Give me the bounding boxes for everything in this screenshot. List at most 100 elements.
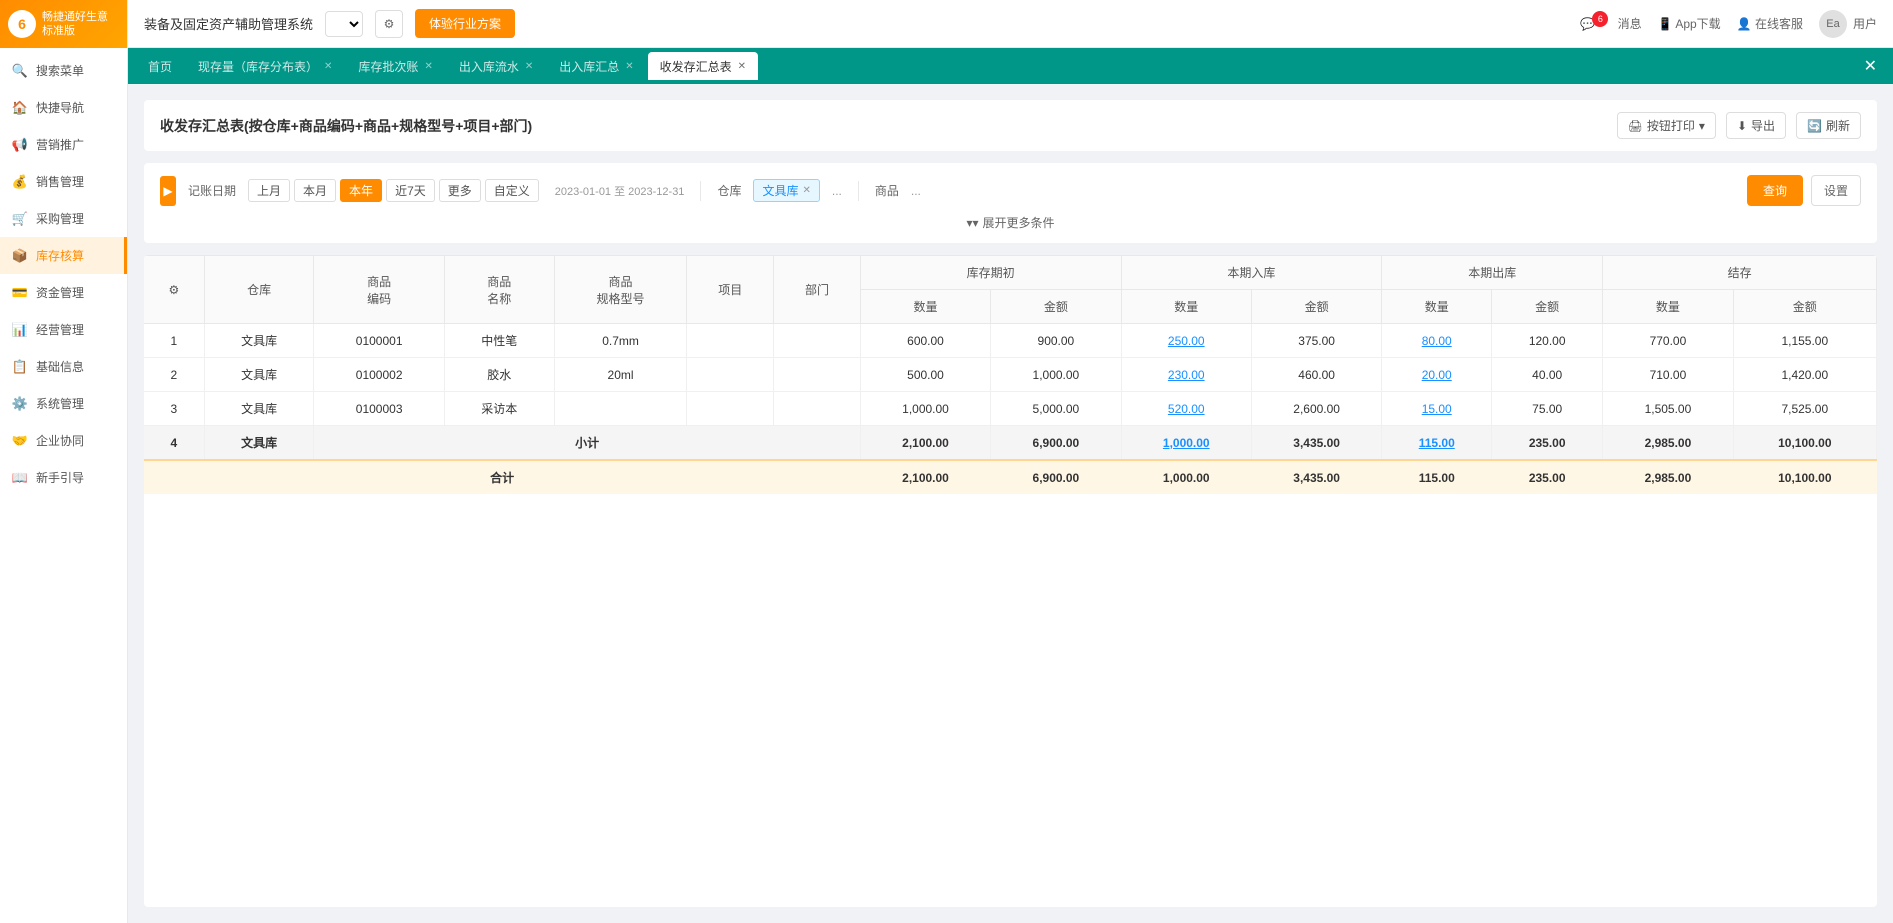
tab-close-inout-flow[interactable]: ✕ xyxy=(525,61,533,72)
row-bal-qty: 710.00 xyxy=(1603,358,1733,392)
row-out-amt: 120.00 xyxy=(1492,324,1603,358)
messages-section[interactable]: 💬 6 消息 xyxy=(1580,15,1642,33)
action-buttons: 查询 设置 xyxy=(1747,175,1861,206)
topbar-right: 💬 6 消息 📱 App下载 👤 在线客服 Ea 用户 xyxy=(1580,10,1877,38)
th-init-stock: 库存期初 xyxy=(860,256,1121,290)
date-btn-本月[interactable]: 本月 xyxy=(294,179,336,202)
total-in-amt: 3,435.00 xyxy=(1251,460,1381,494)
sidebar-item-label: 采购管理 xyxy=(36,210,84,227)
app-download[interactable]: 📱 App下载 xyxy=(1658,15,1721,32)
sidebar-logo: 6 xyxy=(8,10,36,38)
sidebar-item-marketing[interactable]: 📢营销推广 xyxy=(0,126,127,163)
user-label: 用户 xyxy=(1853,15,1877,32)
print-button[interactable]: 🖨 按钮打印 ▾ xyxy=(1617,112,1716,139)
table-row: 1 文具库 0100001 中性笔 0.7mm 600.00 900.00 25… xyxy=(144,324,1877,358)
date-btn-本年[interactable]: 本年 xyxy=(340,179,382,202)
date-btn-上月[interactable]: 上月 xyxy=(248,179,290,202)
sidebar-item-label: 系统管理 xyxy=(36,395,84,412)
sales-icon: 💰 xyxy=(12,174,28,190)
row-in-amt: 460.00 xyxy=(1251,358,1381,392)
tab-inout-summary[interactable]: 出入库汇总 ✕ xyxy=(547,52,645,80)
date-btn-自定义[interactable]: 自定义 xyxy=(485,179,539,202)
sidebar-item-label: 新手引导 xyxy=(36,469,84,486)
tab-label-inout-summary: 出入库汇总 xyxy=(559,58,619,75)
sidebar-item-purchase[interactable]: 🛒采购管理 xyxy=(0,200,127,237)
tab-home[interactable]: 首页 xyxy=(136,52,184,80)
date-btn-更多[interactable]: 更多 xyxy=(439,179,481,202)
export-icon: ⬇ xyxy=(1737,119,1747,133)
operations-icon: 📊 xyxy=(12,322,28,338)
product-more[interactable]: ... xyxy=(911,184,921,198)
warehouse-tag[interactable]: 文具库 ✕ xyxy=(753,179,819,202)
row-bal-amt: 1,155.00 xyxy=(1733,324,1876,358)
tab-close-batch-account[interactable]: ✕ xyxy=(424,61,432,72)
sidebar-item-system[interactable]: ⚙️系统管理 xyxy=(0,385,127,422)
tab-inout-flow[interactable]: 出入库流水✕ xyxy=(447,52,545,80)
row-out-qty[interactable]: 80.00 xyxy=(1382,324,1492,358)
tab-recv-send[interactable]: 收发存汇总表✕ xyxy=(648,52,758,80)
table-header-row-1: ⚙ 仓库 商品编码 商品名称 商品规格型号 项目 部门 库存期初 本期入库 本期… xyxy=(144,256,1877,290)
experience-button[interactable]: 体验行业方案 xyxy=(415,9,515,38)
query-button[interactable]: 查询 xyxy=(1747,175,1803,206)
row-in-qty[interactable]: 520.00 xyxy=(1121,392,1251,426)
sidebar-item-cooperation[interactable]: 🤝企业协同 xyxy=(0,422,127,459)
tab-close-inout-summary[interactable]: ✕ xyxy=(625,61,633,72)
divider-2 xyxy=(858,181,859,201)
row-dept xyxy=(774,358,861,392)
row-out-qty[interactable]: 20.00 xyxy=(1382,358,1492,392)
th-code: 商品编码 xyxy=(314,256,444,324)
filter-collapse-btn[interactable]: ▶ xyxy=(160,176,176,206)
system-select[interactable] xyxy=(325,11,363,37)
sidebar-item-inventory[interactable]: 📦库存核算 xyxy=(0,237,127,274)
total-in-qty: 1,000.00 xyxy=(1121,460,1251,494)
warehouse-tag-close[interactable]: ✕ xyxy=(802,185,810,196)
sub-out-qty[interactable]: 115.00 xyxy=(1382,426,1492,461)
sidebar-title: 畅捷通好生意 标准版 xyxy=(42,10,108,39)
export-button[interactable]: ⬇ 导出 xyxy=(1726,112,1786,139)
sidebar-item-quick-nav[interactable]: 🏠快捷导航 xyxy=(0,89,127,126)
expand-button[interactable]: ▾▾ 展开更多条件 xyxy=(966,214,1054,231)
tab-close-recv-send[interactable]: ✕ xyxy=(738,61,746,72)
total-bal-amt: 10,100.00 xyxy=(1733,460,1876,494)
row-in-qty[interactable]: 250.00 xyxy=(1121,324,1251,358)
sidebar-item-sales[interactable]: 💰 销售管理 xyxy=(0,163,127,200)
data-table: ⚙ 仓库 商品编码 商品名称 商品规格型号 项目 部门 库存期初 本期入库 本期… xyxy=(144,255,1877,494)
row-no: 3 xyxy=(144,392,204,426)
sidebar-item-operations[interactable]: 📊 经营管理 xyxy=(0,311,127,348)
product-label: 商品 xyxy=(875,182,899,199)
print-icon: 🖨 xyxy=(1628,119,1643,133)
tab-close-inventory-dist[interactable]: ✕ xyxy=(324,61,332,72)
th-bal-amt: 金额 xyxy=(1733,290,1876,324)
date-btn-近7天[interactable]: 近7天 xyxy=(386,179,435,202)
sidebar-item-base-info[interactable]: 📋基础信息 xyxy=(0,348,127,385)
warehouse-more[interactable]: ... xyxy=(832,184,842,198)
tabbar: 首页现存量（库存分布表）✕库存批次账✕出入库流水✕出入库汇总✕收发存汇总表✕✕ xyxy=(128,48,1893,84)
sidebar-item-label: 销售管理 xyxy=(36,173,84,190)
sub-in-qty[interactable]: 1,000.00 xyxy=(1121,426,1251,461)
sidebar-item-label: 经营管理 xyxy=(36,321,84,338)
messages-label: 消息 xyxy=(1618,17,1642,31)
sidebar-item-search[interactable]: 🔍搜索菜单 xyxy=(0,52,127,89)
online-service[interactable]: 👤 在线客服 xyxy=(1737,15,1803,32)
tabbar-close[interactable]: ✕ xyxy=(1856,56,1885,76)
row-spec: 0.7mm xyxy=(554,324,687,358)
settings-icon[interactable]: ⚙ xyxy=(375,10,403,38)
refresh-button[interactable]: 🔄 刷新 xyxy=(1796,112,1861,139)
sidebar-item-finance[interactable]: 💳资金管理 xyxy=(0,274,127,311)
row-no: 2 xyxy=(144,358,204,392)
filter-settings-button[interactable]: 设置 xyxy=(1811,175,1861,206)
sidebar-item-guide[interactable]: 📖新手引导 xyxy=(0,459,127,496)
row-out-qty[interactable]: 15.00 xyxy=(1382,392,1492,426)
th-balance: 结存 xyxy=(1603,256,1877,290)
row-name: 中性笔 xyxy=(444,324,554,358)
tab-batch-account[interactable]: 库存批次账✕ xyxy=(346,52,444,80)
row-init-qty: 1,000.00 xyxy=(860,392,990,426)
date-range: 2023-01-01 至 2023-12-31 xyxy=(555,183,685,199)
avatar: Ea xyxy=(1819,10,1847,38)
row-dept xyxy=(774,324,861,358)
row-code: 0100002 xyxy=(314,358,444,392)
tab-inventory-dist[interactable]: 现存量（库存分布表）✕ xyxy=(186,52,344,80)
row-in-qty[interactable]: 230.00 xyxy=(1121,358,1251,392)
user-section[interactable]: Ea 用户 xyxy=(1819,10,1877,38)
page-header: 收发存汇总表(按仓库+商品编码+商品+规格型号+项目+部门) 🖨 按钮打印 ▾ … xyxy=(144,100,1877,151)
